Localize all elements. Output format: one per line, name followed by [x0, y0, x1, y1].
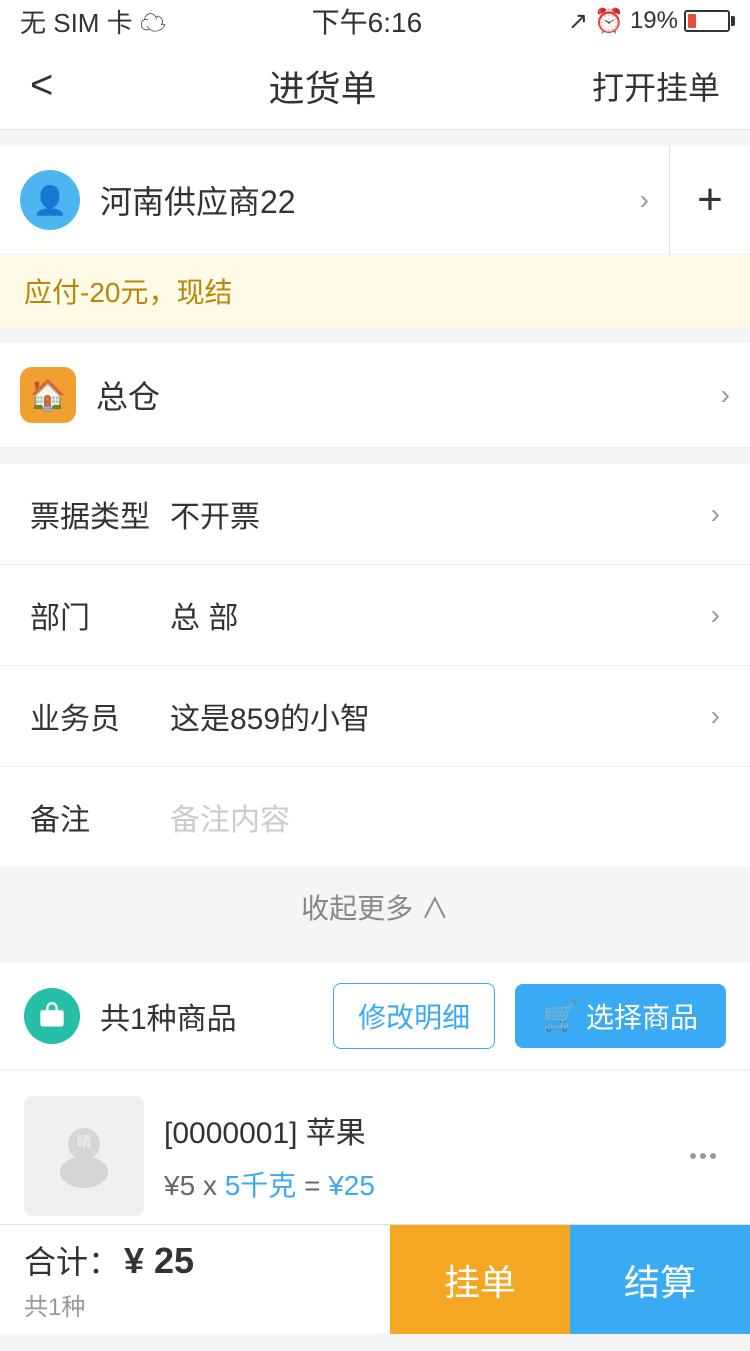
page-title: 进货单	[269, 60, 377, 112]
supplier-avatar-icon: 👤	[33, 184, 68, 217]
warehouse-name: 总仓	[96, 372, 701, 418]
status-left: 无 SIM 卡 ☁	[20, 3, 166, 40]
ticket-type-chevron-icon: ›	[711, 498, 720, 530]
product-equals: =	[304, 1170, 328, 1201]
status-bar: 无 SIM 卡 ☁ 下午6:16 ↗ ⏰ 19%	[0, 0, 750, 42]
payment-hint: 应付-20元，现结	[0, 255, 750, 327]
staff-value: 这是859的小智	[150, 694, 711, 738]
warehouse-selector[interactable]: 🏠 总仓 ›	[0, 343, 750, 448]
supplier-section: 👤 河南供应商22 › +	[0, 146, 750, 255]
product-title: 苹果	[306, 1117, 366, 1150]
department-value: 总 部	[150, 593, 711, 637]
back-button[interactable]: <	[30, 63, 53, 108]
remark-label: 备注	[30, 795, 150, 839]
staff-label: 业务员	[30, 694, 150, 738]
products-icon	[24, 988, 80, 1044]
sim-status: 无 SIM 卡 ☁	[20, 3, 166, 40]
product-multiply: x	[203, 1170, 225, 1201]
supplier-avatar: 👤	[20, 170, 80, 230]
total-count: 共1种	[24, 1287, 366, 1322]
staff-row[interactable]: 业务员 这是859的小智 ›	[0, 666, 750, 767]
product-more-button[interactable]	[680, 1143, 726, 1169]
total-amount: ¥ 25	[124, 1240, 194, 1282]
status-time: 下午6:16	[312, 1, 423, 41]
product-quantity[interactable]: 5千克	[225, 1170, 297, 1201]
product-thumbnail: 晴	[24, 1096, 144, 1216]
product-price-formula: ¥5 x 5千克 = ¥25	[164, 1164, 660, 1204]
ticket-type-value: 不开票	[150, 492, 711, 536]
remark-input[interactable]: 备注内容	[150, 795, 720, 839]
location-icon: ↗	[568, 7, 588, 36]
total-section: 合计： ¥ 25 共1种	[0, 1225, 390, 1334]
staff-chevron-icon: ›	[711, 700, 720, 732]
product-placeholder-icon: 晴	[44, 1116, 124, 1196]
products-count: 共1种商品	[100, 994, 313, 1038]
supplier-name: 河南供应商22	[100, 177, 620, 223]
product-info: [0000001] 苹果 ¥5 x 5千克 = ¥25	[164, 1108, 660, 1204]
checkout-button[interactable]: 结算	[570, 1225, 750, 1334]
dot-icon-1	[690, 1153, 696, 1159]
select-product-label: 选择商品	[586, 996, 698, 1036]
products-header: 共1种商品 修改明细 🛒 选择商品	[0, 963, 750, 1070]
department-label: 部门	[30, 593, 150, 637]
hang-button[interactable]: 挂单	[390, 1225, 570, 1334]
warehouse-icon: 🏠	[20, 367, 76, 423]
battery-icon	[684, 10, 730, 32]
cart-icon: 🛒	[543, 1000, 578, 1033]
ticket-type-row[interactable]: 票据类型 不开票 ›	[0, 464, 750, 565]
supplier-selector[interactable]: 👤 河南供应商22 ›	[0, 146, 670, 254]
remark-row[interactable]: 备注 备注内容	[0, 767, 750, 867]
alarm-icon: ⏰	[594, 7, 624, 36]
department-row[interactable]: 部门 总 部 ›	[0, 565, 750, 666]
department-chevron-icon: ›	[711, 599, 720, 631]
bottom-bar: 合计： ¥ 25 共1种 挂单 结算	[0, 1224, 750, 1334]
nav-bar: < 进货单 打开挂单	[0, 42, 750, 130]
open-pending-button[interactable]: 打开挂单	[592, 63, 720, 109]
edit-detail-button[interactable]: 修改明细	[333, 983, 495, 1049]
product-item: 晴 [0000001] 苹果 ¥5 x 5千克 = ¥25	[0, 1072, 750, 1241]
product-total: ¥25	[328, 1170, 375, 1201]
battery-percent: 19%	[630, 7, 678, 35]
status-right: ↗ ⏰ 19%	[568, 7, 730, 36]
dot-icon-3	[710, 1153, 716, 1159]
product-id: [0000001]	[164, 1117, 297, 1150]
svg-text:晴: 晴	[77, 1133, 91, 1150]
collapse-button[interactable]: 收起更多 ∧	[0, 867, 750, 947]
add-supplier-button[interactable]: +	[670, 146, 750, 254]
form-section: 票据类型 不开票 › 部门 总 部 › 业务员 这是859的小智 › 备注 备注…	[0, 464, 750, 867]
dot-icon-2	[700, 1153, 706, 1159]
product-name: [0000001] 苹果	[164, 1108, 660, 1152]
total-label: 合计：	[24, 1237, 120, 1283]
select-product-button[interactable]: 🛒 选择商品	[515, 984, 726, 1048]
supplier-chevron-icon: ›	[640, 184, 649, 216]
warehouse-chevron-icon: ›	[721, 379, 730, 411]
ticket-type-label: 票据类型	[30, 492, 150, 536]
section-divider-1	[0, 130, 750, 146]
product-unit-price: ¥5	[164, 1170, 195, 1201]
